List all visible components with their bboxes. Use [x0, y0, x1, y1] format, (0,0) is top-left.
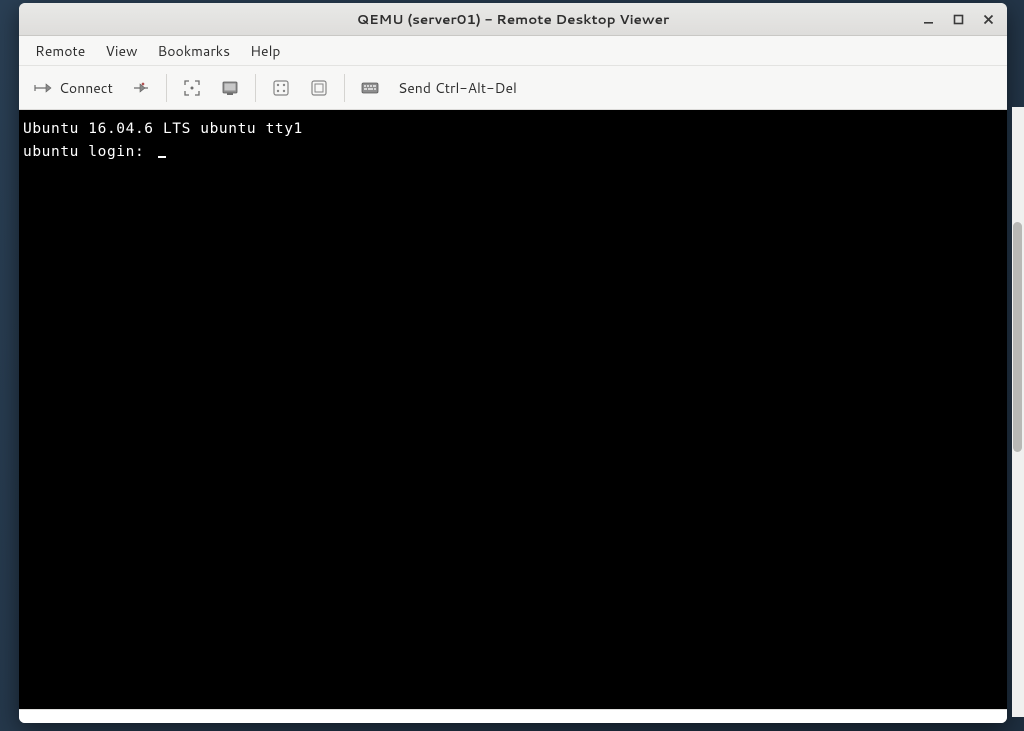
window-controls	[914, 3, 1002, 35]
scrollbar[interactable]	[1012, 107, 1024, 717]
login-prompt: ubuntu login:	[23, 144, 154, 160]
menu-help[interactable]: Help	[240, 37, 290, 65]
login-prompt-line: ubuntu login:	[23, 141, 1003, 164]
maximize-icon	[953, 14, 964, 25]
screenshot-icon	[220, 78, 240, 98]
terminal-viewport[interactable]: Ubuntu 16.04.6 LTS ubuntu tty1 ubuntu lo…	[19, 110, 1007, 709]
menu-remote[interactable]: Remote	[25, 37, 95, 65]
send-cad-button[interactable]: Send Ctrl-Alt-Del	[389, 71, 526, 105]
disconnect-icon	[131, 78, 151, 98]
minimize-icon	[923, 14, 934, 25]
close-icon	[983, 14, 994, 25]
send-cad-label: Send Ctrl-Alt-Del	[398, 78, 517, 98]
menu-view[interactable]: View	[95, 37, 147, 65]
connect-icon	[33, 78, 53, 98]
keyboard-button[interactable]	[351, 71, 389, 105]
menu-bookmarks[interactable]: Bookmarks	[148, 37, 241, 65]
scrollbar-thumb[interactable]	[1013, 222, 1022, 452]
view-only-icon	[271, 78, 291, 98]
menubar: Remote View Bookmarks Help	[19, 36, 1007, 66]
separator	[166, 74, 167, 102]
scaling-button[interactable]	[300, 71, 338, 105]
maximize-button[interactable]	[944, 7, 972, 31]
scaling-icon	[309, 78, 329, 98]
close-button[interactable]	[974, 7, 1002, 31]
disconnect-button[interactable]	[122, 71, 160, 105]
connect-button[interactable]: Connect	[24, 71, 122, 105]
keyboard-icon	[360, 78, 380, 98]
view-only-button[interactable]	[262, 71, 300, 105]
separator	[255, 74, 256, 102]
terminal-line: Ubuntu 16.04.6 LTS ubuntu tty1	[23, 118, 1003, 141]
separator	[344, 74, 345, 102]
terminal-cursor	[158, 156, 166, 158]
statusbar	[19, 709, 1007, 723]
toolbar: Connect	[19, 66, 1007, 110]
fullscreen-button[interactable]	[173, 71, 211, 105]
screenshot-button[interactable]	[211, 71, 249, 105]
window-title: QEMU (server01) - Remote Desktop Viewer	[357, 10, 669, 29]
connect-label: Connect	[59, 78, 113, 98]
fullscreen-icon	[182, 78, 202, 98]
app-window: QEMU (server01) - Remote Desktop Viewer …	[19, 3, 1007, 723]
titlebar: QEMU (server01) - Remote Desktop Viewer	[19, 3, 1007, 36]
minimize-button[interactable]	[914, 7, 942, 31]
